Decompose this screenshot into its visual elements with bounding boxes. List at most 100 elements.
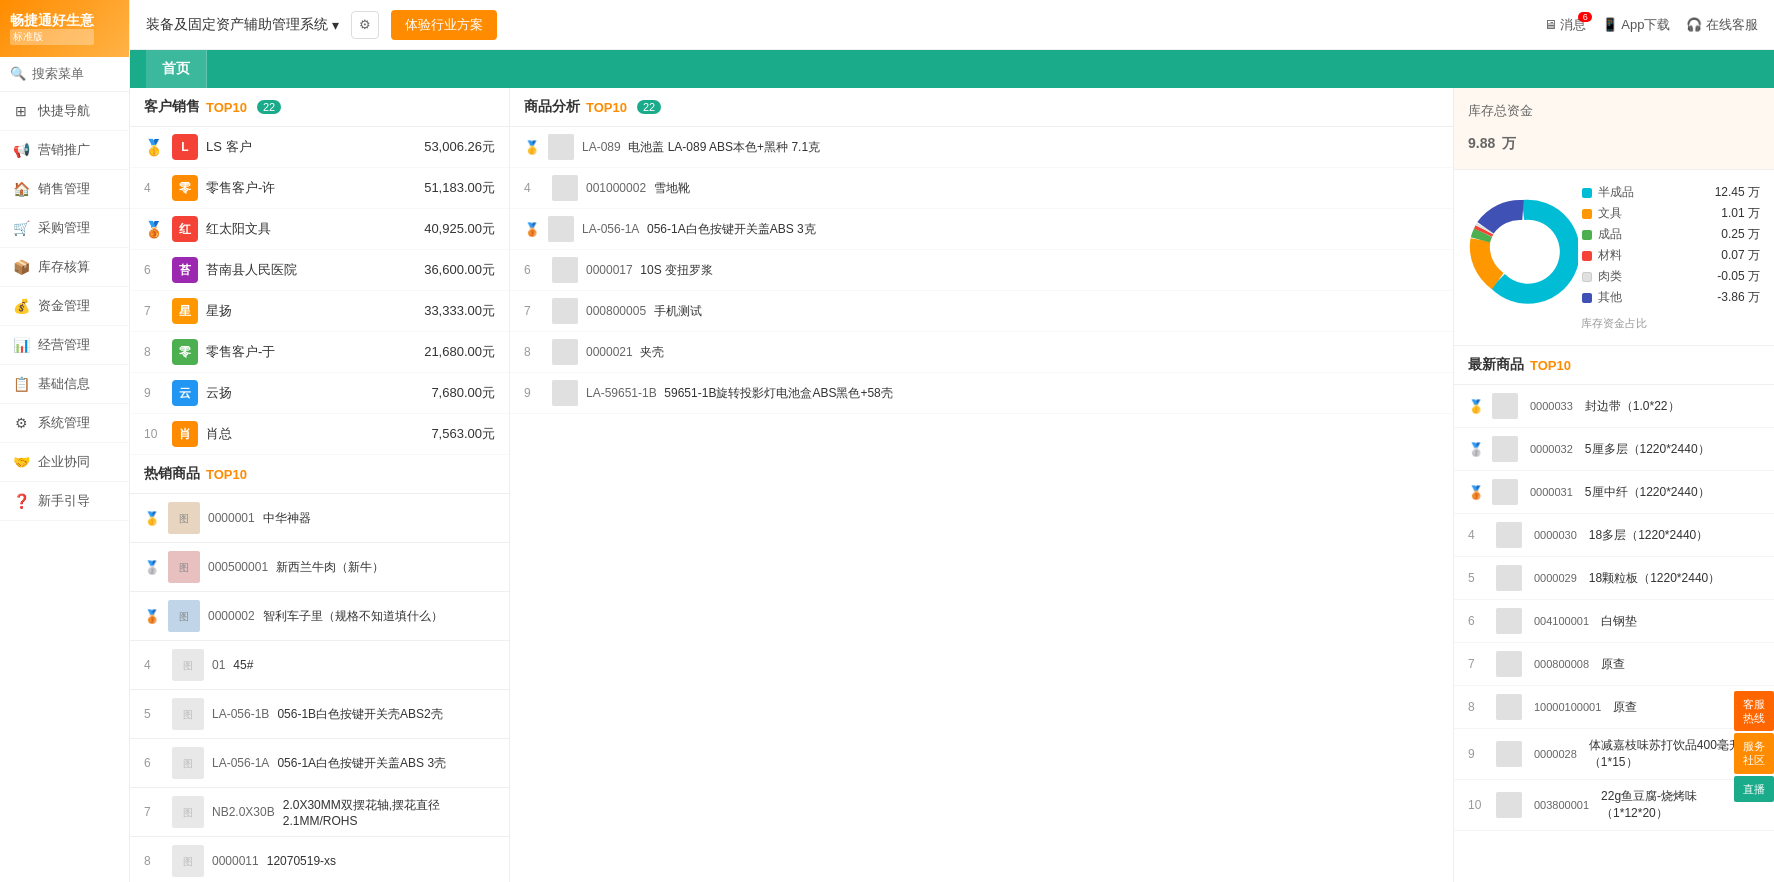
product-analysis-header: 商品分析 TOP10 22 [510,88,1453,127]
new-product-row[interactable]: 5 0000029 18颗粒板（1220*2440） [1454,557,1774,600]
new-product-row[interactable]: 🥇 0000033 封边带（1.0*22） [1454,385,1774,428]
svg-rect-24 [552,380,578,406]
online-service-button[interactable]: 🎧 在线客服 [1686,16,1758,34]
product-row[interactable]: 9 LA-59651-1B 59651-1B旋转投影灯电池盒ABS黑色+58壳 [510,373,1453,414]
sidebar-item-finance[interactable]: 💰 资金管理 [0,287,129,326]
customer-row[interactable]: 10 肖 肖总 7,563.00元 [130,414,509,455]
svg-rect-22 [552,298,578,324]
live-button[interactable]: 直播 [1734,776,1774,802]
new-thumb-10 [1496,792,1522,818]
sidebar-item-inventory[interactable]: 📦 库存核算 [0,248,129,287]
sidebar-label-purchase: 采购管理 [38,219,90,237]
sidebar-item-marketing[interactable]: 📢 营销推广 [0,131,129,170]
hot-product-row[interactable]: 🥇 图 0000001 中华神器 [130,494,509,543]
hot-product-row[interactable]: 7 图 NB2.0X30B 2.0X30MM双摆花轴,摆花直径2.1MM/ROH… [130,788,509,837]
prod-info-2: 001000002 雪地靴 [586,180,1439,197]
customer-row[interactable]: 4 零 零售客户-许 51,183.00元 [130,168,509,209]
prod-code-7: LA-59651-1B [586,386,657,400]
prod-code-6: 0000021 [586,345,633,359]
hot-rank-6: 6 [144,756,164,770]
customer-avatar-8: 肖 [172,421,198,447]
hot-name-7: 2.0X30MM双摆花轴,摆花直径2.1MM/ROHS [283,797,495,828]
sidebar-label-inventory: 库存核算 [38,258,90,276]
hot-product-row[interactable]: 6 图 LA-056-1A 056-1A白色按键开关盖ABS 3壳 [130,739,509,788]
new-medal-3: 🥉 [1468,485,1484,500]
hot-thumb-4: 图 [172,649,204,681]
hot-code-7: NB2.0X30B [212,805,275,819]
new-thumb-4 [1496,522,1522,548]
sidebar-item-guide[interactable]: ❓ 新手引导 [0,482,129,521]
hot-thumb-6: 图 [172,747,204,779]
hot-product-row[interactable]: 5 图 LA-056-1B 056-1B白色按键开关壳ABS2壳 [130,690,509,739]
new-product-row[interactable]: 6 004100001 白钢垫 [1454,600,1774,643]
legend-dot-2 [1582,209,1592,219]
prod-thumb-3 [548,216,574,242]
new-name-6: 白钢垫 [1601,613,1760,630]
tab-bar: 首页 [130,50,1774,88]
new-product-row[interactable]: 🥈 0000032 5厘多层（1220*2440） [1454,428,1774,471]
sidebar-label-operations: 经营管理 [38,336,90,354]
new-product-row[interactable]: 4 0000030 18多层（1220*2440） [1454,514,1774,557]
product-row[interactable]: 6 0000017 10S 变扭罗浆 [510,250,1453,291]
sidebar-item-sales[interactable]: 🏠 销售管理 [0,170,129,209]
hot-products-header: 热销商品 TOP10 [130,455,509,494]
new-product-row[interactable]: 7 000800008 原查 [1454,643,1774,686]
prod-rank-5: 7 [524,304,544,318]
new-product-row[interactable]: 10 003800001 22g鱼豆腐-烧烤味（1*12*20） [1454,780,1774,831]
hot-product-row[interactable]: 8 图 0000011 12070519-xs [130,837,509,882]
settings-button[interactable]: ⚙ [351,11,379,39]
main-area: 装备及固定资产辅助管理系统 ▾ ⚙ 体验行业方案 🖥 消息 6 📱 App下载 … [130,0,1774,882]
customer-row[interactable]: 6 苔 苔南县人民医院 36,600.00元 [130,250,509,291]
sidebar-item-quick-nav[interactable]: ⊞ 快捷导航 [0,92,129,131]
customer-row[interactable]: 7 星 星扬 33,333.00元 [130,291,509,332]
new-name-4: 18多层（1220*2440） [1589,527,1760,544]
sidebar-item-operations[interactable]: 📊 经营管理 [0,326,129,365]
customer-row[interactable]: 🥉 红 红太阳文具 40,925.00元 [130,209,509,250]
customer-row[interactable]: 8 零 零售客户-于 21,680.00元 [130,332,509,373]
search-menu[interactable]: 🔍 搜索菜单 [0,57,129,92]
customer-panel-header: 客户销售 TOP10 22 [130,88,509,127]
customer-row[interactable]: 🥇 L LS 客户 53,006.26元 [130,127,509,168]
svg-text:图: 图 [183,758,193,769]
prod-info-6: 0000021 夹壳 [586,344,1439,361]
sidebar-item-purchase[interactable]: 🛒 采购管理 [0,209,129,248]
system-title-dropdown[interactable]: 装备及固定资产辅助管理系统 ▾ [146,16,339,34]
rank-num-2: 4 [144,181,164,195]
message-button[interactable]: 🖥 消息 6 [1544,16,1587,34]
product-row[interactable]: 7 000800005 手机测试 [510,291,1453,332]
sidebar-item-base-info[interactable]: 📋 基础信息 [0,365,129,404]
product-row[interactable]: 4 001000002 雪地靴 [510,168,1453,209]
customer-name-1: LS 客户 [206,138,424,156]
prod-medal-1: 🥇 [524,140,540,155]
trial-plan-button[interactable]: 体验行业方案 [391,10,497,40]
sidebar-item-sys-mgmt[interactable]: ⚙ 系统管理 [0,404,129,443]
customer-hotline-button[interactable]: 客服热线 [1734,691,1774,732]
product-row[interactable]: 🥇 LA-089 电池盖 LA-089 ABS本色+黑种 7.1克 [510,127,1453,168]
home-icon: ⊞ [12,103,30,119]
new-product-row[interactable]: 🥉 0000031 5厘中纤（1220*2440） [1454,471,1774,514]
new-product-row[interactable]: 9 0000028 体减嘉枝味苏打饮品400毫升（1*15） [1454,729,1774,780]
app-download-button[interactable]: 📱 App下载 [1602,16,1670,34]
customer-amount-5: 33,333.00元 [424,302,495,320]
prod-name-1: 电池盖 LA-089 ABS本色+黑种 7.1克 [628,140,820,154]
new-thumb-9 [1496,741,1522,767]
legend-item-5: 肉类 -0.05 万 [1582,268,1760,285]
svg-rect-31 [1496,608,1522,634]
customer-amount-6: 21,680.00元 [424,343,495,361]
hot-product-row[interactable]: 🥈 图 000500001 新西兰牛肉（新牛） [130,543,509,592]
product-row[interactable]: 8 0000021 夹壳 [510,332,1453,373]
sidebar-item-enterprise[interactable]: 🤝 企业协同 [0,443,129,482]
customer-row[interactable]: 9 云 云扬 7,680.00元 [130,373,509,414]
new-thumb-3 [1492,479,1518,505]
hot-product-row[interactable]: 4 图 01 45# [130,641,509,690]
tab-home[interactable]: 首页 [146,50,207,88]
hot-medal-1: 🥇 [144,511,160,526]
svg-text:图: 图 [179,611,189,622]
customer-amount-4: 36,600.00元 [424,261,495,279]
service-community-button[interactable]: 服务社区 [1734,733,1774,774]
inventory-amount: 9.88 万 [1468,124,1760,155]
new-product-row[interactable]: 8 10000100001 原查 [1454,686,1774,729]
inventory-title: 库存总资金 [1468,102,1760,120]
product-row[interactable]: 🥉 LA-056-1A 056-1A白色按键开关盖ABS 3克 [510,209,1453,250]
hot-product-row[interactable]: 🥉 图 0000002 智利车子里（规格不知道填什么） [130,592,509,641]
